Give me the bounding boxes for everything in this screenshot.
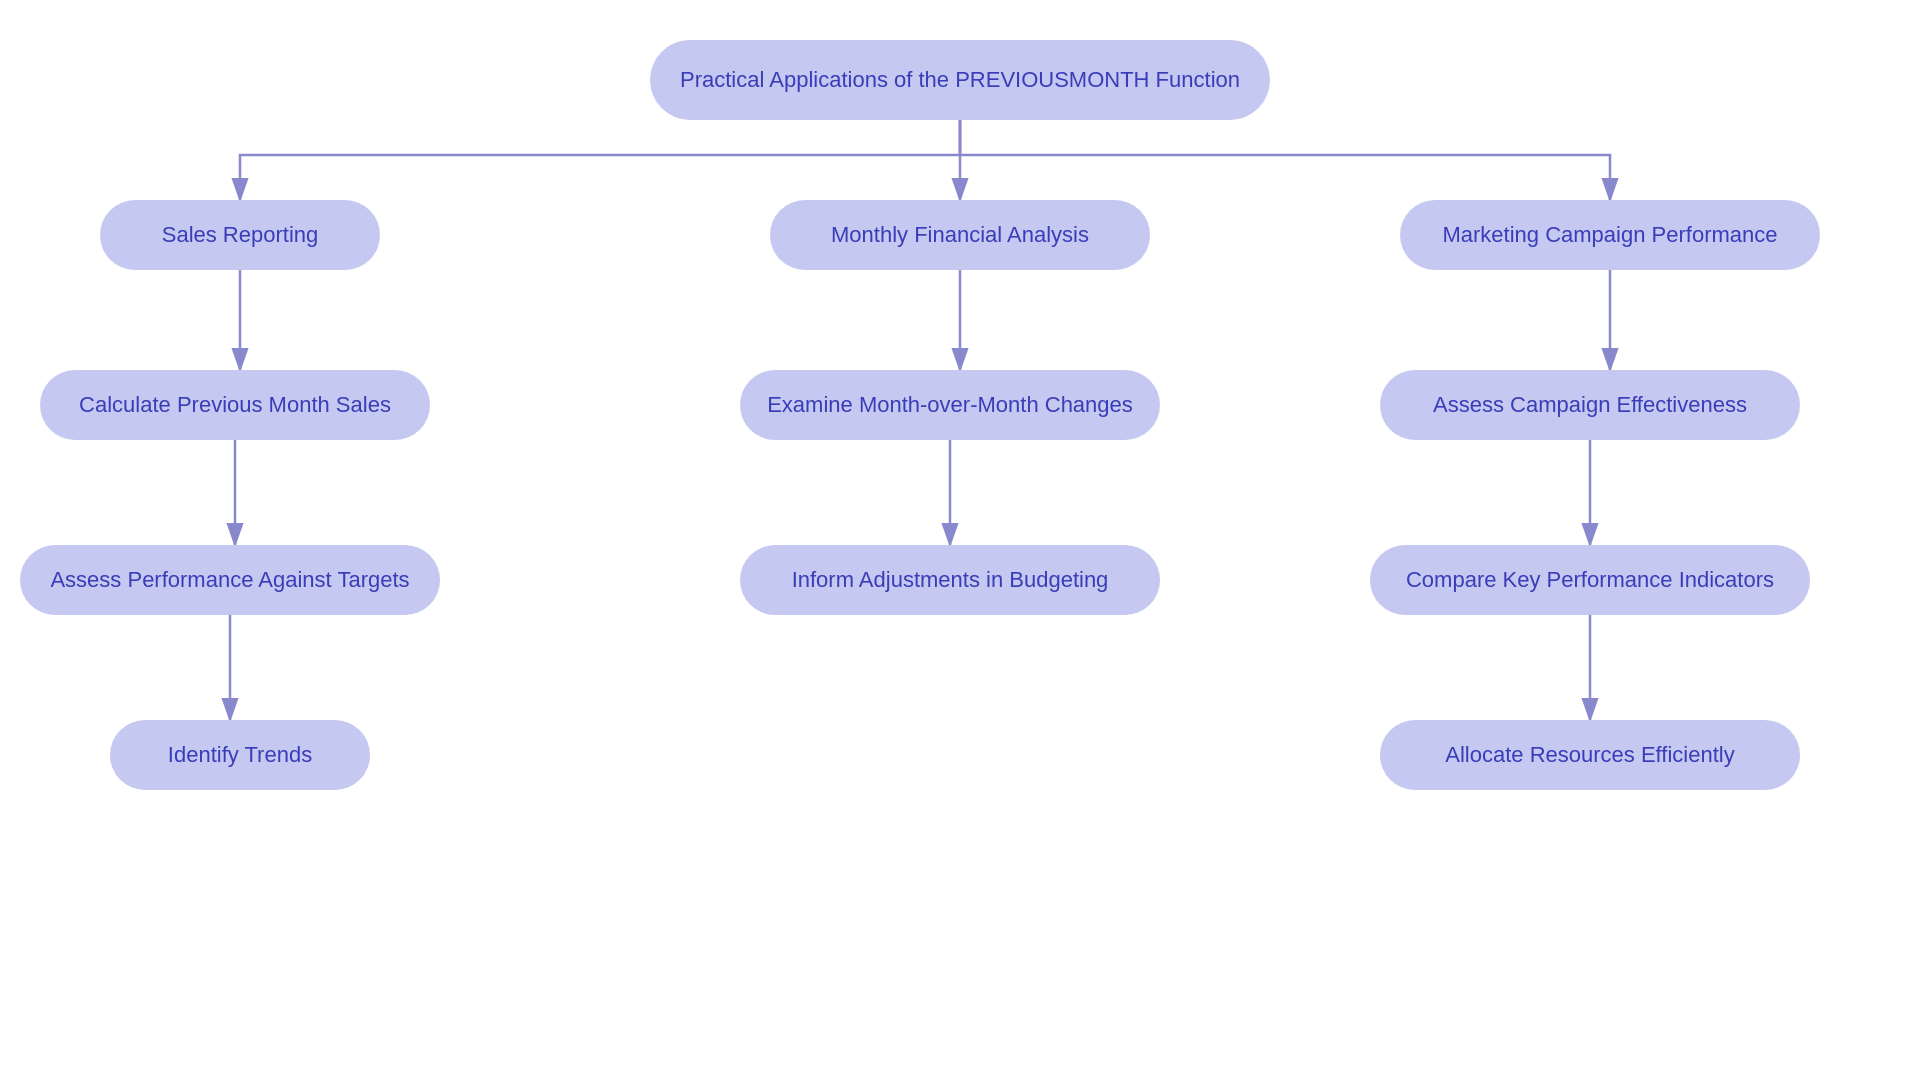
node-inform-budget: Inform Adjustments in Budgeting <box>740 545 1160 615</box>
node-inform-label: Inform Adjustments in Budgeting <box>792 567 1109 593</box>
node-root: Practical Applications of the PREVIOUSMO… <box>650 40 1270 120</box>
node-financial-label: Monthly Financial Analysis <box>831 222 1089 248</box>
node-assess-campaign: Assess Campaign Effectiveness <box>1380 370 1800 440</box>
connection-lines <box>0 0 1920 1083</box>
node-calc-prev-label: Calculate Previous Month Sales <box>79 392 391 418</box>
node-identify-label: Identify Trends <box>168 742 312 768</box>
node-marketing-label: Marketing Campaign Performance <box>1442 222 1777 248</box>
node-compare-label: Compare Key Performance Indicators <box>1406 567 1774 593</box>
node-examine-mom: Examine Month-over-Month Changes <box>740 370 1160 440</box>
node-allocate-resources: Allocate Resources Efficiently <box>1380 720 1800 790</box>
diagram-container: Practical Applications of the PREVIOUSMO… <box>0 0 1920 1083</box>
node-calculate-prev: Calculate Previous Month Sales <box>40 370 430 440</box>
node-examine-label: Examine Month-over-Month Changes <box>767 392 1133 418</box>
node-monthly-financial: Monthly Financial Analysis <box>770 200 1150 270</box>
node-root-label: Practical Applications of the PREVIOUSMO… <box>680 67 1240 93</box>
node-assess-perf-label: Assess Performance Against Targets <box>50 567 409 593</box>
node-identify-trends: Identify Trends <box>110 720 370 790</box>
node-assess-campaign-label: Assess Campaign Effectiveness <box>1433 392 1747 418</box>
node-sales-reporting: Sales Reporting <box>100 200 380 270</box>
node-allocate-label: Allocate Resources Efficiently <box>1445 742 1734 768</box>
node-compare-kpi: Compare Key Performance Indicators <box>1370 545 1810 615</box>
node-sales-label: Sales Reporting <box>162 222 319 248</box>
node-assess-performance: Assess Performance Against Targets <box>20 545 440 615</box>
node-marketing-campaign: Marketing Campaign Performance <box>1400 200 1820 270</box>
